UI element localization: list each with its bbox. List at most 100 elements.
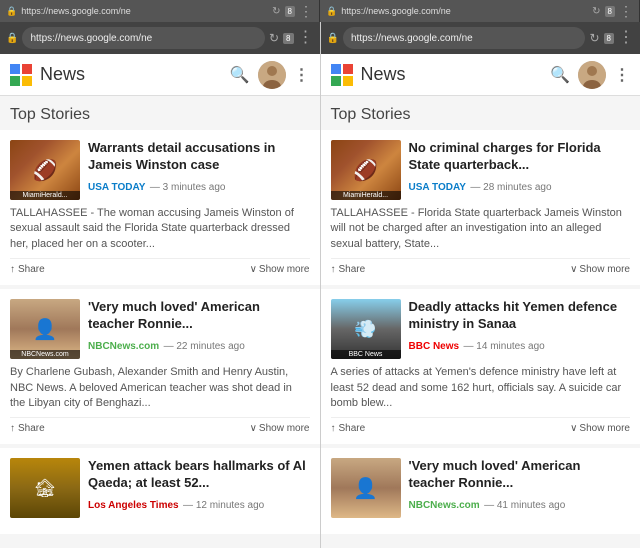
news-title-left: News	[40, 64, 222, 85]
story-top-left-0: 🏈 MiamiHerald... Warrants detail accusat…	[10, 140, 310, 200]
tab-count-2[interactable]: 8	[605, 6, 615, 17]
story-card-left-2: 🏚 Yemen attack bears hallmarks of Al Qae…	[0, 448, 320, 534]
story-top-right-0: 🏈 MiamiHerald... No criminal charges for…	[331, 140, 631, 200]
thumb-label-left-1: NBCNews.com	[10, 350, 80, 359]
story-source-left-0: USA TODAY	[88, 182, 145, 193]
story-top-left-1: 👤 NBCNews.com 'Very much loved' American…	[10, 299, 310, 359]
show-more-right-0[interactable]: ∨ Show more	[570, 264, 630, 275]
refresh-icon-2[interactable]: ↻	[592, 6, 600, 17]
tab-menu-2[interactable]: ⋮	[619, 4, 633, 18]
address-bar-left: 🔒 https://news.google.com/ne ↻ 8 ⋮	[0, 22, 320, 54]
news-content-right: Top Stories 🏈 MiamiHerald... No criminal…	[321, 96, 640, 548]
story-source-right-2: NBCNews.com	[409, 500, 480, 511]
thumb-label-left-0: MiamiHerald...	[10, 191, 80, 200]
story-source-left-1: NBCNews.com	[88, 341, 159, 352]
refresh-icon-1[interactable]: ↻	[272, 6, 280, 17]
story-footer-left-1: ↑ Share ∨ Show more	[10, 417, 310, 434]
share-button-left-0[interactable]: ↑ Share	[10, 264, 45, 275]
tab-menu-1[interactable]: ⋮	[299, 4, 313, 18]
story-thumb-left-2: 🏚	[10, 458, 80, 518]
menu-icon-right[interactable]: ⋮	[614, 65, 630, 85]
story-headline-left-0[interactable]: Warrants detail accusations in Jameis Wi…	[88, 140, 310, 174]
lock-icon-2: 🔒	[326, 6, 337, 17]
story-time-left-2: — 12 minutes ago	[183, 500, 264, 511]
address-refresh-left[interactable]: ↻	[269, 31, 279, 45]
story-time-left-0: — 3 minutes ago	[150, 182, 226, 193]
section-title-right: Top Stories	[321, 96, 640, 130]
address-lock-left: 🔒	[6, 33, 18, 44]
story-top-left-2: 🏚 Yemen attack bears hallmarks of Al Qae…	[10, 458, 310, 518]
tab-count-1[interactable]: 8	[285, 6, 295, 17]
story-thumb-left-1: 👤 NBCNews.com	[10, 299, 80, 359]
menu-icon-left[interactable]: ⋮	[294, 65, 310, 85]
address-tab-count-left[interactable]: 8	[283, 33, 293, 44]
story-card-left-1: 👤 NBCNews.com 'Very much loved' American…	[0, 289, 320, 444]
browser-panel-right: 🔒 https://news.google.com/ne ↻ 8 ⋮ News …	[321, 22, 640, 548]
show-more-left-1[interactable]: ∨ Show more	[250, 423, 310, 434]
story-headline-right-0[interactable]: No criminal charges for Florida State qu…	[409, 140, 631, 174]
share-button-left-1[interactable]: ↑ Share	[10, 423, 45, 434]
show-more-right-1[interactable]: ∨ Show more	[570, 423, 630, 434]
story-thumb-right-1: 💨 BBC News	[331, 299, 401, 359]
story-headline-right-2[interactable]: 'Very much loved' American teacher Ronni…	[409, 458, 631, 492]
story-source-left-2: Los Angeles Times	[88, 500, 179, 511]
search-icon-left[interactable]: 🔍	[230, 65, 250, 85]
share-button-right-0[interactable]: ↑ Share	[331, 264, 366, 275]
show-more-left-0[interactable]: ∨ Show more	[250, 264, 310, 275]
story-thumb-right-2: 👤	[331, 458, 401, 518]
story-footer-left-0: ↑ Share ∨ Show more	[10, 258, 310, 275]
google-news-icon-left	[10, 64, 32, 86]
story-card-right-1: 💨 BBC News Deadly attacks hit Yemen defe…	[321, 289, 640, 444]
story-footer-right-1: ↑ Share ∨ Show more	[331, 417, 631, 434]
lock-icon-1: 🔒	[6, 6, 17, 17]
story-info-right-0: No criminal charges for Florida State qu…	[409, 140, 631, 200]
story-time-right-1: — 14 minutes ago	[464, 341, 545, 352]
share-button-right-1[interactable]: ↑ Share	[331, 423, 366, 434]
address-url-left[interactable]: https://news.google.com/ne	[22, 27, 265, 49]
chevron-down-icon-right-1: ∨	[570, 423, 577, 434]
news-header-left: News 🔍 ⋮	[0, 54, 320, 96]
address-menu-right[interactable]: ⋮	[618, 32, 634, 45]
address-tab-count-right[interactable]: 8	[604, 33, 614, 44]
news-logo-left	[10, 64, 32, 86]
story-card-left-0: 🏈 MiamiHerald... Warrants detail accusat…	[0, 130, 320, 285]
section-title-left: Top Stories	[0, 96, 320, 130]
share-icon-right-0: ↑	[331, 264, 336, 275]
story-time-left-1: — 22 minutes ago	[164, 341, 245, 352]
google-news-icon-right	[331, 64, 353, 86]
story-card-right-0: 🏈 MiamiHerald... No criminal charges for…	[321, 130, 640, 285]
story-summary-left-1: By Charlene Gubash, Alexander Smith and …	[10, 365, 310, 411]
news-logo-right	[331, 64, 353, 86]
news-header-right: News 🔍 ⋮	[321, 54, 640, 96]
address-refresh-right[interactable]: ↻	[589, 31, 599, 45]
story-headline-left-1[interactable]: 'Very much loved' American teacher Ronni…	[88, 299, 310, 333]
story-top-right-1: 💨 BBC News Deadly attacks hit Yemen defe…	[331, 299, 631, 359]
search-icon-right[interactable]: 🔍	[550, 65, 570, 85]
story-thumb-left-0: 🏈 MiamiHerald...	[10, 140, 80, 200]
share-icon-right-1: ↑	[331, 423, 336, 434]
story-headline-right-1[interactable]: Deadly attacks hit Yemen defence ministr…	[409, 299, 631, 333]
chevron-down-icon-left-1: ∨	[250, 423, 257, 434]
avatar-right[interactable]	[578, 61, 606, 89]
tab-url-2: https://news.google.com/ne	[341, 6, 588, 16]
share-icon-left-0: ↑	[10, 264, 15, 275]
browser-tab-1[interactable]: 🔒 https://news.google.com/ne ↻ 8 ⋮	[0, 0, 320, 22]
news-title-right: News	[361, 64, 543, 85]
story-info-right-1: Deadly attacks hit Yemen defence ministr…	[409, 299, 631, 359]
story-summary-right-0: TALLAHASSEE - Florida State quarterback …	[331, 206, 631, 252]
chevron-down-icon-left-0: ∨	[250, 264, 257, 275]
address-url-right[interactable]: https://news.google.com/ne	[343, 27, 586, 49]
share-icon-left-1: ↑	[10, 423, 15, 434]
browser-tab-2[interactable]: 🔒 https://news.google.com/ne ↻ 8 ⋮	[320, 0, 640, 22]
story-time-right-2: — 41 minutes ago	[484, 500, 565, 511]
story-top-right-2: 👤 'Very much loved' American teacher Ron…	[331, 458, 631, 518]
story-footer-right-0: ↑ Share ∨ Show more	[331, 258, 631, 275]
story-time-right-0: — 28 minutes ago	[470, 182, 551, 193]
story-info-right-2: 'Very much loved' American teacher Ronni…	[409, 458, 631, 518]
story-card-right-2: 👤 'Very much loved' American teacher Ron…	[321, 448, 640, 534]
address-menu-left[interactable]: ⋮	[298, 32, 314, 45]
thumb-label-right-0: MiamiHerald...	[331, 191, 401, 200]
address-bar-right: 🔒 https://news.google.com/ne ↻ 8 ⋮	[321, 22, 640, 54]
story-headline-left-2[interactable]: Yemen attack bears hallmarks of Al Qaeda…	[88, 458, 310, 492]
avatar-left[interactable]	[258, 61, 286, 89]
